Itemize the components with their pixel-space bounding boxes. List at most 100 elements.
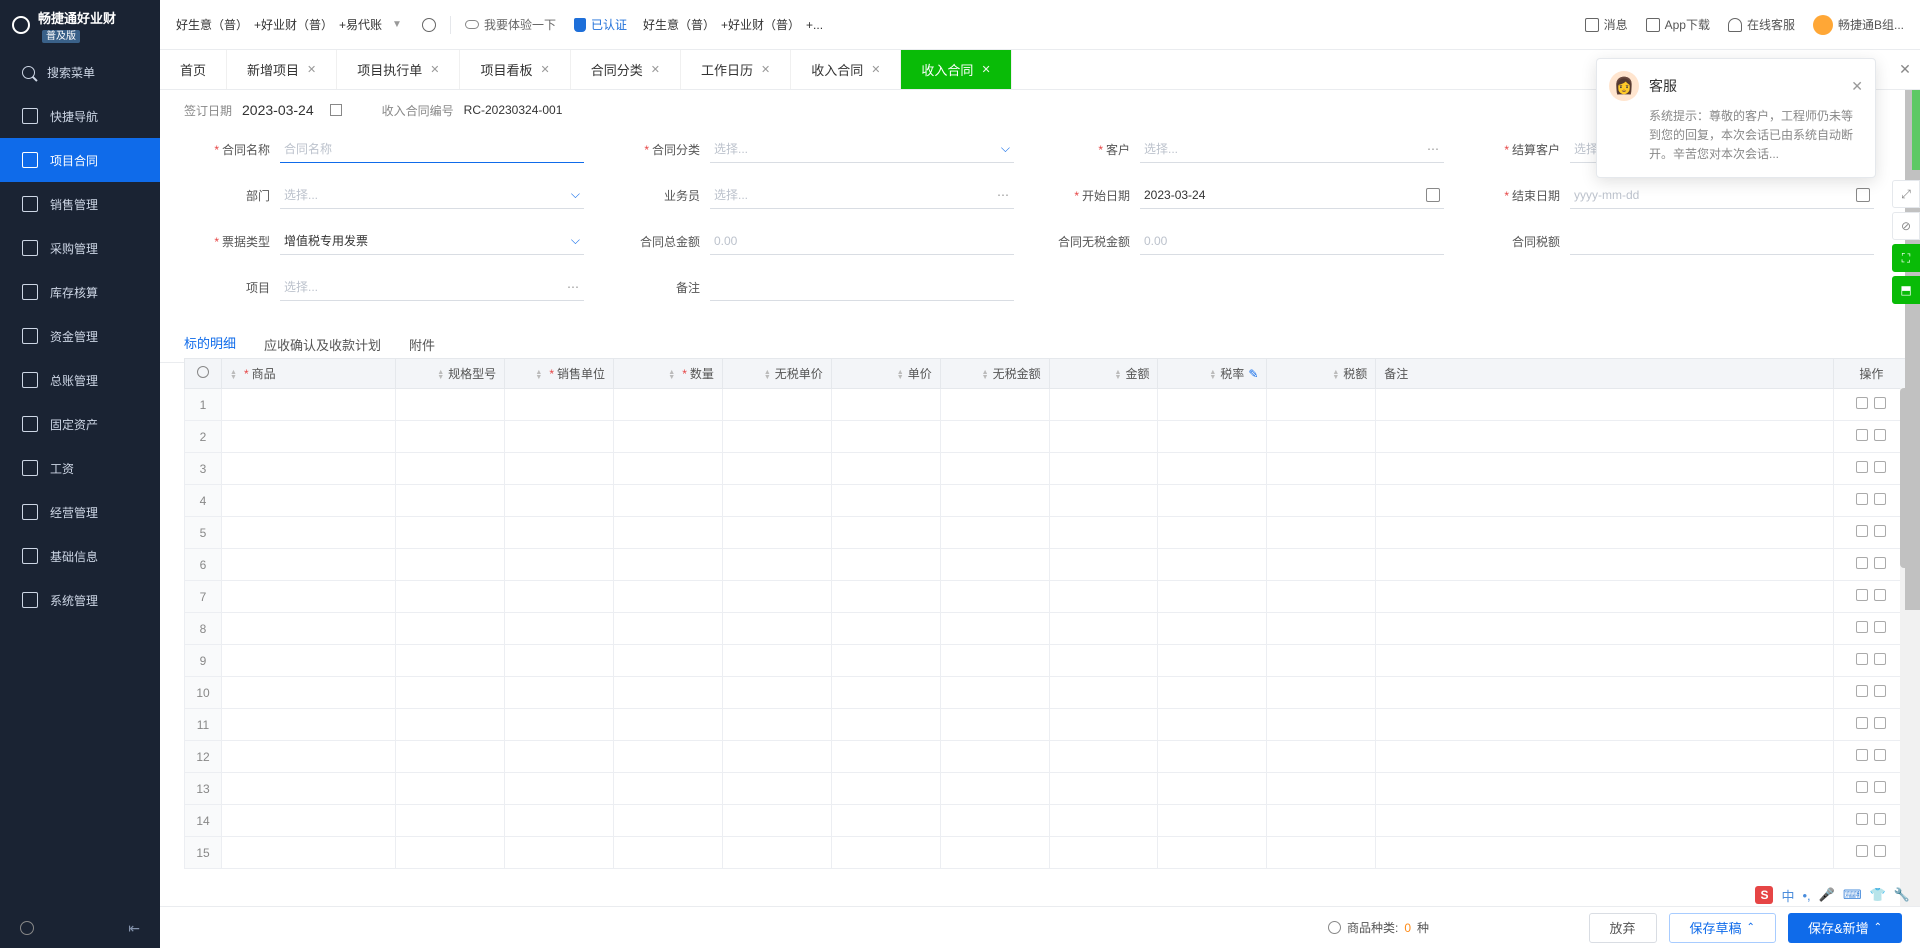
cell[interactable] (222, 837, 396, 869)
cell[interactable] (1376, 485, 1833, 517)
sidebar-item-5[interactable]: 库存核算 (0, 270, 160, 314)
cell[interactable] (505, 709, 614, 741)
cell[interactable] (1049, 581, 1158, 613)
cell[interactable] (1267, 581, 1376, 613)
cell[interactable] (1049, 421, 1158, 453)
start-date-input[interactable]: 2023-03-24 (1140, 181, 1444, 209)
cell[interactable] (396, 389, 505, 421)
table-row[interactable]: 9 (185, 645, 1910, 677)
cell[interactable] (1158, 581, 1267, 613)
cell[interactable] (396, 517, 505, 549)
discard-button[interactable]: 放弃 (1589, 913, 1657, 943)
cell[interactable] (1267, 677, 1376, 709)
table-row[interactable]: 2 (185, 421, 1910, 453)
cell[interactable] (222, 805, 396, 837)
tool-fullscreen-icon[interactable]: ⛶ (1892, 244, 1920, 272)
cell[interactable] (614, 517, 723, 549)
switch-link-2[interactable]: +好业财（普） (254, 16, 333, 33)
customer-select[interactable]: 选择...⋯ (1140, 135, 1444, 163)
ime-skin-icon[interactable]: 👕 (1870, 887, 1886, 903)
close-icon[interactable]: ✕ (981, 63, 990, 76)
col-9[interactable]: ▲▼税额 (1267, 359, 1376, 389)
sidebar-item-4[interactable]: 采购管理 (0, 226, 160, 270)
cell[interactable] (1049, 741, 1158, 773)
sidebar-item-0[interactable]: 搜索菜单 (0, 50, 160, 94)
cell[interactable] (222, 773, 396, 805)
ime-mic-icon[interactable]: 🎤 (1819, 887, 1835, 903)
cell[interactable] (505, 581, 614, 613)
cell[interactable] (614, 485, 723, 517)
ime-lang[interactable]: 中 (1781, 886, 1794, 905)
close-icon[interactable]: ✕ (541, 63, 550, 76)
col-5[interactable]: ▲▼单价 (831, 359, 940, 389)
cell[interactable] (940, 421, 1049, 453)
sidebar-item-9[interactable]: 工资 (0, 446, 160, 490)
cell[interactable] (1267, 773, 1376, 805)
copy-icon[interactable] (1874, 781, 1886, 793)
cell[interactable] (505, 453, 614, 485)
copy-icon[interactable] (1874, 589, 1886, 601)
cell[interactable] (1049, 549, 1158, 581)
close-icon[interactable]: ✕ (1851, 78, 1863, 95)
sidebar-item-7[interactable]: 总账管理 (0, 358, 160, 402)
cell[interactable] (505, 741, 614, 773)
delete-icon[interactable] (1856, 461, 1868, 473)
cell[interactable] (614, 389, 723, 421)
table-row[interactable]: 6 (185, 549, 1910, 581)
tab-0[interactable]: 首页 (160, 50, 227, 89)
cell[interactable] (1158, 837, 1267, 869)
sidebar-item-11[interactable]: 基础信息 (0, 534, 160, 578)
gear-icon[interactable] (422, 18, 436, 32)
cell[interactable] (614, 837, 723, 869)
cell[interactable] (222, 517, 396, 549)
cell[interactable] (722, 741, 831, 773)
cell[interactable] (831, 421, 940, 453)
cell[interactable] (940, 581, 1049, 613)
col-8[interactable]: ▲▼税率✎ (1158, 359, 1267, 389)
cell[interactable] (1267, 741, 1376, 773)
close-icon[interactable]: ✕ (871, 63, 880, 76)
table-row[interactable]: 3 (185, 453, 1910, 485)
tool-expand-icon[interactable]: ⤢ (1892, 180, 1920, 208)
product-switcher[interactable]: 好生意（普） +好业财（普） +易代账 ▼ (176, 16, 436, 33)
tab-7[interactable]: 收入合同✕ (901, 50, 1011, 89)
cell[interactable] (831, 741, 940, 773)
col-1[interactable]: ▲▼规格型号 (396, 359, 505, 389)
copy-icon[interactable] (1874, 525, 1886, 537)
cell[interactable] (831, 677, 940, 709)
cell[interactable] (614, 677, 723, 709)
experience-button[interactable]: 我要体验一下 (465, 16, 556, 33)
cell[interactable] (1158, 677, 1267, 709)
cell[interactable] (222, 709, 396, 741)
table-row[interactable]: 12 (185, 741, 1910, 773)
delete-icon[interactable] (1856, 621, 1868, 633)
cell[interactable] (505, 517, 614, 549)
cell[interactable] (1376, 517, 1833, 549)
delete-icon[interactable] (1856, 717, 1868, 729)
delete-icon[interactable] (1856, 685, 1868, 697)
cell[interactable] (614, 421, 723, 453)
delete-icon[interactable] (1856, 493, 1868, 505)
cell[interactable] (940, 709, 1049, 741)
cell[interactable] (1158, 645, 1267, 677)
delete-icon[interactable] (1856, 429, 1868, 441)
edit-icon[interactable]: ✎ (1248, 367, 1258, 381)
cell[interactable] (396, 581, 505, 613)
cell[interactable] (222, 485, 396, 517)
cell[interactable] (222, 645, 396, 677)
cell[interactable] (1158, 773, 1267, 805)
col-4[interactable]: ▲▼无税单价 (722, 359, 831, 389)
cell[interactable] (831, 389, 940, 421)
cell[interactable] (396, 645, 505, 677)
contract-name-input[interactable] (280, 135, 584, 163)
delete-icon[interactable] (1856, 781, 1868, 793)
cell[interactable] (505, 837, 614, 869)
cell[interactable] (505, 805, 614, 837)
cell[interactable] (1267, 837, 1376, 869)
cell[interactable] (1049, 709, 1158, 741)
edit-icon[interactable] (330, 104, 342, 116)
table-row[interactable]: 7 (185, 581, 1910, 613)
cell[interactable] (1267, 421, 1376, 453)
cell[interactable] (1049, 389, 1158, 421)
cell[interactable] (1158, 421, 1267, 453)
